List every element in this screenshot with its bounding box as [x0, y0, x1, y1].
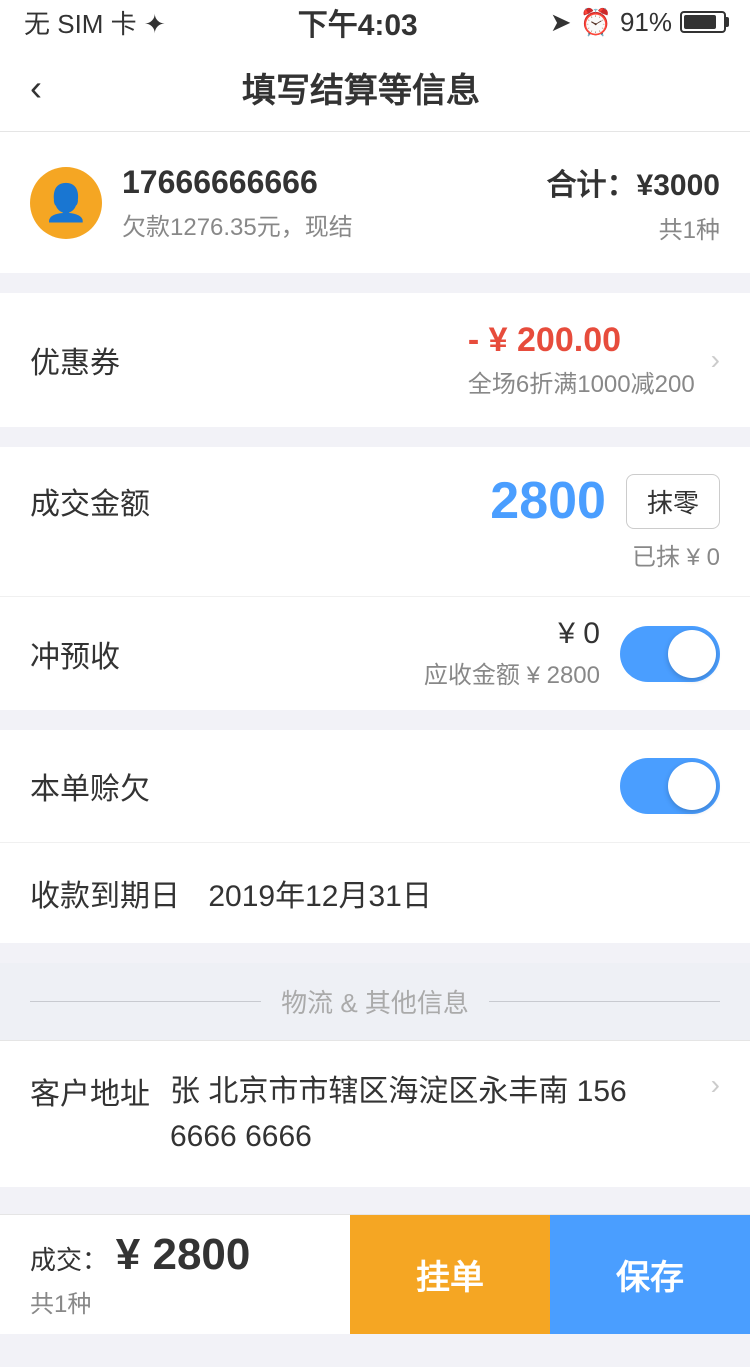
gap-2: [0, 427, 750, 447]
deal-sub: 已抹 ¥ 0: [30, 537, 720, 572]
bottom-deal-label: 成交：: [30, 1245, 108, 1275]
bottom-info: 成交： ¥ 2800 共1种: [0, 1215, 350, 1334]
due-date-value: 2019年12月31日: [208, 880, 431, 913]
gap-4: [0, 943, 750, 963]
pre-values: ¥ 0 应收金额 ¥ 2800: [424, 617, 600, 690]
divider-right: [489, 1001, 720, 1002]
nav-bar: ‹ 填写结算等信息: [0, 44, 750, 132]
address-label: 客户地址: [30, 1069, 150, 1113]
pre-collection-row: 冲预收 ¥ 0 应收金额 ¥ 2800: [0, 596, 750, 710]
hang-button[interactable]: 挂单: [350, 1215, 550, 1334]
logistics-label: 物流 & 其他信息: [281, 983, 469, 1020]
save-button[interactable]: 保存: [550, 1215, 750, 1334]
coupon-row[interactable]: 优惠券 - ¥ 200.00 全场6折满1000减200 ›: [0, 293, 750, 427]
credit-toggle-knob: [668, 762, 716, 810]
deal-right: 2800 抹零: [490, 471, 720, 531]
customer-info: 17666666666 欠款1276.35元，现结: [122, 164, 353, 242]
pre-label: 冲预收: [30, 632, 120, 676]
customer-phone: 17666666666: [122, 164, 353, 201]
customer-card: 👤 17666666666 欠款1276.35元，现结 合计：¥3000 共1种: [0, 132, 750, 273]
status-bar: 无 SIM 卡 ✦ 下午4:03 ➤ ⏰ 91%: [0, 0, 750, 44]
coupon-discount: - ¥ 200.00: [468, 321, 695, 360]
pre-right: ¥ 0 应收金额 ¥ 2800: [424, 617, 720, 690]
logistics-divider: 物流 & 其他信息: [0, 963, 750, 1040]
status-left: 无 SIM 卡 ✦: [24, 4, 166, 41]
avatar: 👤: [30, 167, 102, 239]
avatar-icon: 👤: [44, 182, 89, 224]
gap-3: [0, 710, 750, 730]
pre-collection-toggle[interactable]: [620, 626, 720, 682]
battery-percent: 91%: [620, 7, 672, 38]
total-count: 共1种: [547, 210, 720, 245]
status-right: ➤ ⏰ 91%: [550, 7, 726, 38]
gap-1: [0, 273, 750, 293]
credit-toggle[interactable]: [620, 758, 720, 814]
address-chevron-icon: ›: [711, 1069, 720, 1101]
customer-debt: 欠款1276.35元，现结: [122, 207, 353, 242]
bottom-price: ¥ 2800: [116, 1230, 251, 1279]
coupon-chevron-icon: ›: [711, 344, 720, 376]
total-amount: 合计：¥3000: [547, 160, 720, 204]
bottom-count: 共1种: [30, 1284, 320, 1319]
bottom-bar: 成交： ¥ 2800 共1种 挂单 保存: [0, 1214, 750, 1334]
deal-label: 成交金额: [30, 479, 150, 523]
sim-status: 无 SIM 卡 ✦: [24, 4, 166, 41]
coupon-right: - ¥ 200.00 全场6折满1000减200 ›: [468, 321, 720, 399]
location-icon: ➤: [550, 7, 572, 38]
deal-amount-value: 2800: [490, 471, 606, 531]
credit-row: 本单赊欠: [0, 730, 750, 842]
toggle-knob: [668, 630, 716, 678]
status-time: 下午4:03: [298, 0, 418, 44]
coupon-desc: 全场6折满1000减200: [468, 364, 695, 399]
divider-left: [30, 1001, 261, 1002]
bottom-deal-row: 成交： ¥ 2800: [30, 1230, 320, 1280]
back-button[interactable]: ‹: [30, 57, 62, 119]
due-date-row: 收款到期日 2019年12月31日: [0, 843, 750, 943]
pre-sub: 应收金额 ¥ 2800: [424, 655, 600, 690]
alarm-icon: ⏰: [580, 7, 612, 38]
battery-icon: [680, 11, 726, 33]
address-row[interactable]: 客户地址 张 北京市市辖区海淀区永丰南 156 6666 6666 ›: [0, 1041, 750, 1187]
round-button[interactable]: 抹零: [626, 474, 720, 529]
deal-amount-section: 成交金额 2800 抹零 已抹 ¥ 0: [0, 447, 750, 596]
credit-label: 本单赊欠: [30, 764, 150, 808]
customer-total: 合计：¥3000 共1种: [547, 160, 720, 245]
page-title: 填写结算等信息: [62, 63, 660, 112]
coupon-label: 优惠券: [30, 338, 120, 382]
address-value: 张 北京市市辖区海淀区永丰南 156 6666 6666: [170, 1069, 695, 1159]
pre-amount: ¥ 0: [424, 617, 600, 651]
due-date-label: 收款到期日: [30, 880, 180, 913]
